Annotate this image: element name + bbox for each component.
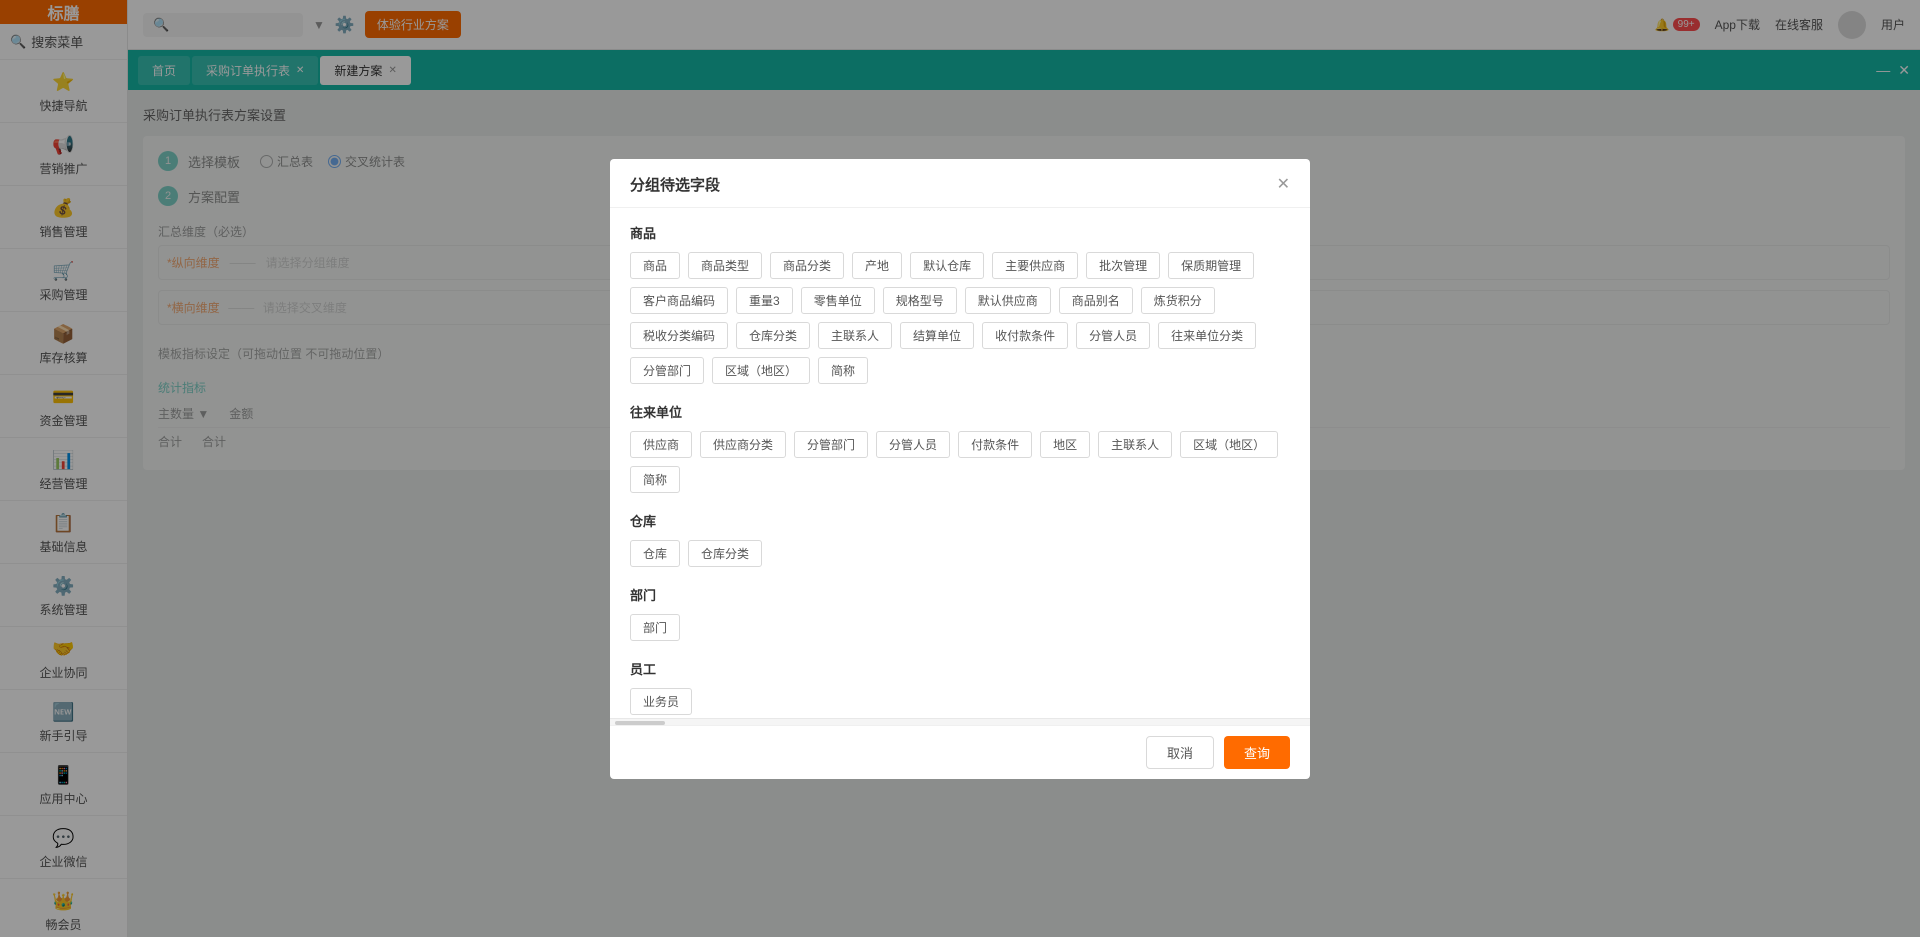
warehouse-fields: 仓库 仓库分类 (630, 540, 1290, 567)
field-tag[interactable]: 部门 (630, 614, 680, 641)
section-warehouse: 仓库 仓库 仓库分类 (630, 511, 1290, 567)
field-tag[interactable]: 付款条件 (958, 431, 1032, 458)
department-fields: 部门 (630, 614, 1290, 641)
field-tag[interactable]: 区域（地区） (1180, 431, 1278, 458)
field-tag[interactable]: 仓库分类 (736, 322, 810, 349)
section-goods-title: 商品 (630, 223, 1290, 242)
field-tag[interactable]: 地区 (1040, 431, 1090, 458)
field-tag[interactable]: 分管部门 (794, 431, 868, 458)
field-tag[interactable]: 仓库 (630, 540, 680, 567)
section-department: 部门 部门 (630, 585, 1290, 641)
section-goods: 商品 商品 商品类型 商品分类 产地 默认仓库 主要供应商 批次管理 保质期管理… (630, 223, 1290, 384)
field-tag[interactable]: 客户商品编码 (630, 287, 728, 314)
field-tag[interactable]: 零售单位 (801, 287, 875, 314)
field-tag[interactable]: 简称 (818, 357, 868, 384)
field-tag[interactable]: 区域（地区） (712, 357, 810, 384)
modal-body: 商品 商品 商品类型 商品分类 产地 默认仓库 主要供应商 批次管理 保质期管理… (610, 208, 1310, 719)
field-tag[interactable]: 商品别名 (1059, 287, 1133, 314)
modal-title: 分组待选字段 (630, 174, 720, 195)
field-tag[interactable]: 批次管理 (1086, 252, 1160, 279)
field-tag[interactable]: 收付款条件 (982, 322, 1068, 349)
field-select-modal: 分组待选字段 ✕ 商品 商品 商品类型 商品分类 产地 默认仓库 主要供应商 批… (610, 159, 1310, 779)
field-tag[interactable]: 默认供应商 (965, 287, 1051, 314)
section-warehouse-title: 仓库 (630, 511, 1290, 530)
field-tag[interactable]: 分管人员 (1076, 322, 1150, 349)
field-tag[interactable]: 简称 (630, 466, 680, 493)
field-tag[interactable]: 产地 (852, 252, 902, 279)
modal-footer: 取消 查询 (610, 725, 1310, 779)
field-tag[interactable]: 商品类型 (688, 252, 762, 279)
cancel-button[interactable]: 取消 (1146, 736, 1214, 769)
field-tag[interactable]: 主联系人 (1098, 431, 1172, 458)
field-tag[interactable]: 主联系人 (818, 322, 892, 349)
confirm-button[interactable]: 查询 (1224, 736, 1290, 769)
field-tag[interactable]: 业务员 (630, 688, 692, 715)
section-partner: 往来单位 供应商 供应商分类 分管部门 分管人员 付款条件 地区 主联系人 区域… (630, 402, 1290, 493)
section-department-title: 部门 (630, 585, 1290, 604)
field-tag[interactable]: 仓库分类 (688, 540, 762, 567)
field-tag[interactable]: 商品 (630, 252, 680, 279)
field-tag[interactable]: 分管人员 (876, 431, 950, 458)
field-tag[interactable]: 规格型号 (883, 287, 957, 314)
partner-fields: 供应商 供应商分类 分管部门 分管人员 付款条件 地区 主联系人 区域（地区） … (630, 431, 1290, 493)
field-tag[interactable]: 炼货积分 (1141, 287, 1215, 314)
section-employee-title: 员工 (630, 659, 1290, 678)
modal-header: 分组待选字段 ✕ (610, 159, 1310, 208)
field-tag[interactable]: 税收分类编码 (630, 322, 728, 349)
field-tag[interactable]: 主要供应商 (992, 252, 1078, 279)
field-tag[interactable]: 重量3 (736, 287, 793, 314)
field-tag[interactable]: 分管部门 (630, 357, 704, 384)
field-tag[interactable]: 往来单位分类 (1158, 322, 1256, 349)
field-tag[interactable]: 供应商分类 (700, 431, 786, 458)
field-tag[interactable]: 商品分类 (770, 252, 844, 279)
employee-fields: 业务员 (630, 688, 1290, 715)
goods-fields: 商品 商品类型 商品分类 产地 默认仓库 主要供应商 批次管理 保质期管理 客户… (630, 252, 1290, 384)
modal-horizontal-scrollbar[interactable] (610, 718, 1310, 724)
section-partner-title: 往来单位 (630, 402, 1290, 421)
field-tag[interactable]: 供应商 (630, 431, 692, 458)
modal-close-button[interactable]: ✕ (1277, 174, 1290, 194)
modal-overlay: 分组待选字段 ✕ 商品 商品 商品类型 商品分类 产地 默认仓库 主要供应商 批… (0, 0, 1920, 937)
field-tag[interactable]: 默认仓库 (910, 252, 984, 279)
field-tag[interactable]: 结算单位 (900, 322, 974, 349)
section-employee: 员工 业务员 (630, 659, 1290, 715)
field-tag[interactable]: 保质期管理 (1168, 252, 1254, 279)
